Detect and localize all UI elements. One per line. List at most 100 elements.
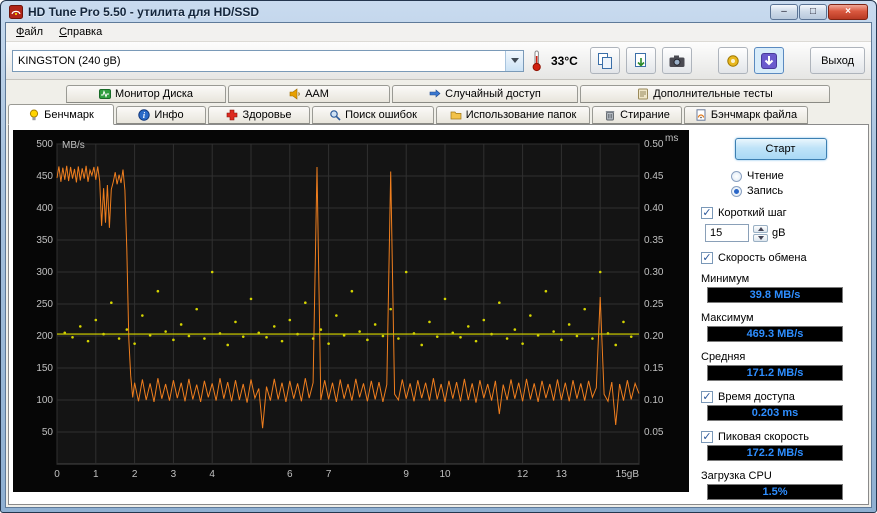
tab-health[interactable]: Здоровье [208,106,310,124]
tab-info[interactable]: i Инфо [116,106,206,124]
svg-text:0.05: 0.05 [644,427,664,438]
menu-help[interactable]: Справка [51,24,110,41]
tab-file-benchmark[interactable]: Бэнчмарк файла [684,106,808,124]
transfer-speed-checkbox[interactable]: Скорость обмена [701,252,860,264]
svg-text:6: 6 [287,469,293,480]
speaker-icon [289,88,300,100]
read-radio[interactable]: Чтение [731,170,860,182]
tab-disk-monitor[interactable]: Монитор Диска [66,85,226,103]
drive-selector-dropdown-button[interactable] [505,50,523,71]
maximize-button[interactable]: □ [799,3,827,20]
drive-selector[interactable]: KINGSTON (240 gB) [12,49,524,72]
svg-text:500: 500 [36,139,53,150]
app-window: HD Tune Pro 5.50 - утилита для HD/SSD – … [0,0,877,513]
tab-strip-secondary: Монитор Диска AAM Случайный доступ Допол… [6,85,871,103]
svg-text:300: 300 [36,267,53,278]
tab-extra-tests[interactable]: Дополнительные тесты [580,85,830,103]
stroke-size-up[interactable] [753,224,768,233]
client-area: Файл Справка KINGSTON (240 gB) 33°C Выхо… [5,22,872,508]
tab-error-scan[interactable]: Поиск ошибок [312,106,434,124]
checkbox-icon [701,431,713,443]
random-access-icon [429,89,441,98]
svg-text:0.30: 0.30 [644,267,664,278]
screenshot-button[interactable] [662,47,693,74]
svg-text:450: 450 [36,171,53,182]
benchmark-chart: 500 450 400 350 300 250 200 150 100 50 MB/s 0.50 0.4… [13,130,691,500]
access-time-value: 0.203 ms [707,405,843,421]
tab-aam[interactable]: AAM [228,85,390,103]
camera-icon [669,55,685,67]
svg-text:10: 10 [439,469,451,480]
tab-label: Бенчмарк [44,108,94,121]
tab-folder-usage[interactable]: Использование папок [436,106,590,124]
average-label: Средняя [701,351,746,363]
burst-rate-checkbox[interactable]: Пиковая скорость [701,431,860,443]
stroke-size-input[interactable]: 15 [705,224,749,242]
svg-text:200: 200 [36,331,53,342]
tab-random-access[interactable]: Случайный доступ [392,85,578,103]
svg-text:0.10: 0.10 [644,395,664,406]
tab-label: Бэнчмарк файла [710,109,798,121]
cpu-usage-value: 1.5% [707,484,843,500]
disk-monitor-icon [98,89,111,99]
svg-text:150: 150 [36,363,53,374]
thermometer-icon [532,50,541,72]
tab-benchmark[interactable]: Бенчмарк [8,104,114,125]
write-radio[interactable]: Запись [731,185,860,197]
title-bar[interactable]: HD Tune Pro 5.50 - утилита для HD/SSD – … [5,1,872,22]
stroke-size-down[interactable] [753,233,768,242]
tab-zone: Монитор Диска AAM Случайный доступ Допол… [6,80,871,507]
svg-text:ms: ms [665,133,678,144]
trash-icon [605,111,615,121]
average-value: 171.2 MB/s [707,365,843,381]
tab-label: Здоровье [242,109,292,121]
radio-icon [731,170,742,182]
svg-text:0.45: 0.45 [644,171,664,182]
exit-button[interactable]: Выход [810,47,865,74]
svg-text:3: 3 [171,469,177,480]
menu-file[interactable]: Файл [8,24,51,41]
short-stroke-label: Короткий шаг [718,207,787,219]
maximum-value: 469.3 MB/s [707,326,843,342]
svg-text:15gB: 15gB [616,469,640,480]
benchmark-panel: 500 450 400 350 300 250 200 150 100 50 MB/s 0.50 0.4… [8,124,869,505]
save-results-button[interactable] [754,47,785,74]
cpu-usage-label: Загрузка CPU [701,470,772,482]
svg-text:4: 4 [209,469,215,480]
copy-to-file-button[interactable] [626,47,657,74]
svg-text:9: 9 [403,469,409,480]
download-icon [761,52,778,69]
toolbar: KINGSTON (240 gB) 33°C Выход [6,42,871,80]
copy-clipboard-button[interactable] [590,47,621,74]
minimum-label: Минимум [701,273,750,285]
benchmark-controls: Старт Чтение Запись Короткий шаг 1 [691,130,866,500]
benchmark-bulb-icon [30,109,39,120]
svg-text:0.15: 0.15 [644,363,664,374]
stroke-size-unit: gB [772,227,786,239]
close-button[interactable]: × [828,3,868,20]
minimize-button[interactable]: – [770,3,798,20]
chevron-down-icon [510,58,519,63]
checkbox-icon [701,207,713,219]
svg-text:0.40: 0.40 [644,203,664,214]
start-button[interactable]: Старт [734,138,827,160]
temperature-value: 33°C [551,53,578,68]
access-time-checkbox[interactable]: Время доступа [701,391,860,403]
options-button[interactable] [718,47,749,74]
window-title: HD Tune Pro 5.50 - утилита для HD/SSD [28,4,260,19]
maximum-label: Максимум [701,312,754,324]
svg-text:0.50: 0.50 [644,139,664,150]
options-icon [727,54,739,67]
tab-label: Инфо [154,109,184,121]
short-stroke-checkbox[interactable]: Короткий шаг [701,207,860,219]
checkbox-icon [701,252,713,264]
svg-text:0: 0 [54,469,60,480]
tab-strip-primary: Бенчмарк i Инфо Здоровье Поиск ошибок Ис… [6,104,871,125]
info-icon: i [138,109,151,121]
folder-icon [450,111,462,120]
copy-icon [598,52,613,69]
svg-text:0.20: 0.20 [644,331,664,342]
menu-bar: Файл Справка [6,23,871,42]
save-file-icon [635,52,647,67]
tab-erase[interactable]: Стирание [592,106,682,124]
